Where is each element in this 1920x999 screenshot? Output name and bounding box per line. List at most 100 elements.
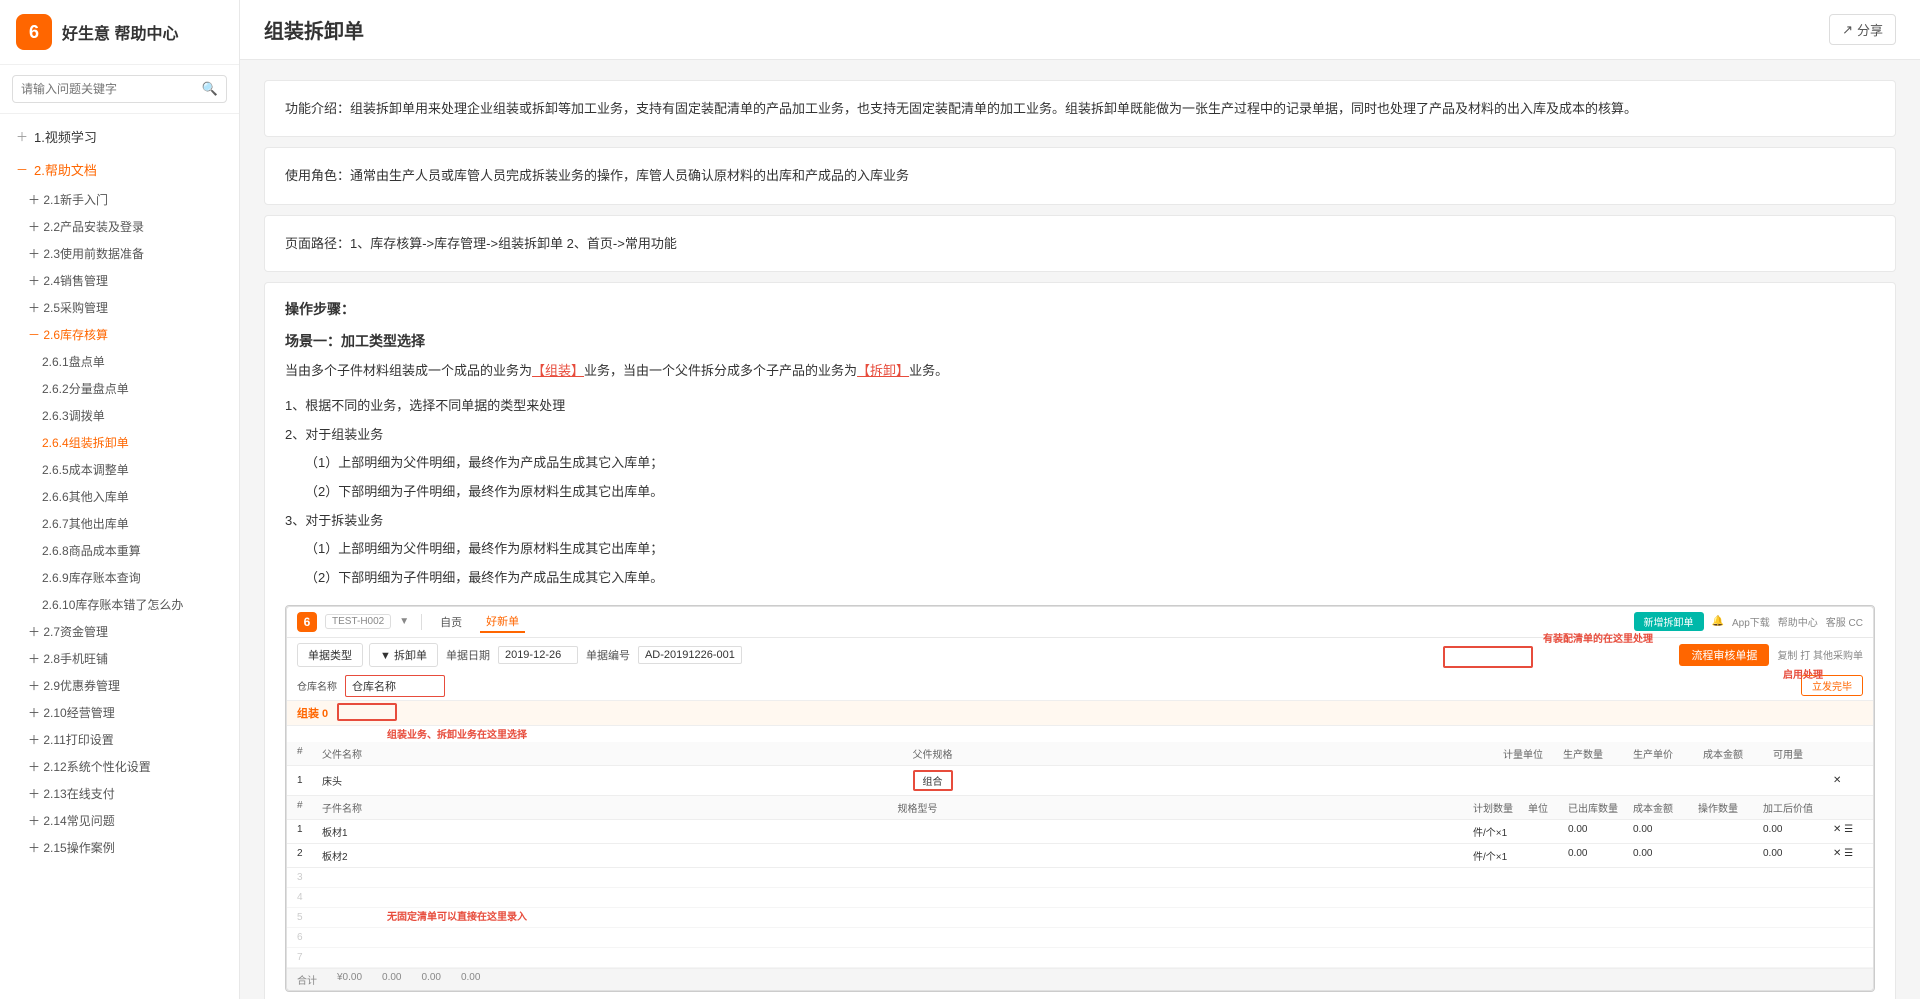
- mock-table2-row3: 3: [287, 868, 1873, 888]
- mock-add-btn[interactable]: 新增拆卸单: [1634, 612, 1704, 631]
- step3-2-text: （2）下部明细为子件明细，最终作为产成品生成其它入库单。: [285, 566, 1875, 591]
- logo-icon: 6: [16, 14, 52, 50]
- main-area: 组装拆卸单 ↗ 分享 功能介绍：组装拆卸单用来处理企业组装或拆卸等加工业务，支持…: [240, 0, 1920, 999]
- mock-app: 6 TEST-H002 ▼ 自贡 好新单 新增拆卸单 🔔 App下载 帮助中心: [286, 606, 1874, 991]
- path-card: 页面路径：1、库存核算->库存管理->组装拆卸单 2、首页->常用功能: [264, 215, 1896, 272]
- mock-nav-item-hxd[interactable]: 好新单: [480, 611, 525, 633]
- mock-date-input[interactable]: 2019-12-26: [498, 646, 578, 664]
- sidebar-item-s2-7[interactable]: ＋ 2.7资金管理: [28, 618, 239, 645]
- mock-section-label: 组装 0: [297, 708, 328, 720]
- sidebar-item-s2-11[interactable]: ＋ 2.11打印设置: [28, 726, 239, 753]
- annotation-4: 无固定清单可以直接在这里录入: [387, 908, 527, 923]
- sidebar-item-s2-3[interactable]: ＋ 2.3使用前数据准备: [28, 240, 239, 267]
- row1-parent-name: 床头: [322, 773, 913, 788]
- plus-icon-s2-7: ＋: [28, 625, 43, 639]
- annotation-3: 启用处理: [1783, 666, 1823, 681]
- mock-table2-row4: 4: [287, 888, 1873, 908]
- col-cost: 成本金额: [1703, 746, 1773, 761]
- main-content: 功能介绍：组装拆卸单用来处理企业组装或拆卸等加工业务，支持有固定装配清单的产品加…: [240, 60, 1920, 999]
- steps-card: 操作步骤： 场景一：加工类型选择 当由多个子件材料组装成一个成品的业务为【组装】…: [264, 282, 1896, 999]
- mock-nav: 自贡 好新单: [434, 611, 1625, 633]
- t2-col-issued: 已出库数量: [1568, 800, 1633, 815]
- t2-col-hash: #: [297, 800, 322, 815]
- sidebar-item-s2-14[interactable]: ＋ 2.14常见问题: [28, 807, 239, 834]
- sidebar-item-s2-13[interactable]: ＋ 2.13在线支付: [28, 780, 239, 807]
- sidebar-item-s2-9[interactable]: ＋ 2.9优惠券管理: [28, 672, 239, 699]
- t2-col-plan: 计划数量: [1473, 800, 1528, 815]
- sidebar-item-video[interactable]: ＋ 1.视频学习: [0, 120, 239, 153]
- sidebar-item-s2-6-7[interactable]: 2.6.7其他出库单: [42, 510, 239, 537]
- t2r2-issued: 0.00: [1568, 848, 1633, 863]
- share-button[interactable]: ↗ 分享: [1829, 14, 1896, 45]
- mock-date-label: 单据日期: [446, 647, 490, 663]
- sidebar-item-s2-6-5[interactable]: 2.6.5成本调整单: [42, 456, 239, 483]
- sidebar-item-s2-4[interactable]: ＋ 2.4销售管理: [28, 267, 239, 294]
- plus-icon-s2-11: ＋: [28, 733, 43, 747]
- col-available: 可用量: [1773, 746, 1833, 761]
- scene1-desc: 当由多个子件材料组装成一个成品的业务为【组装】业务，当由一个父件拆分成多个子产品…: [285, 359, 1875, 384]
- plus-icon-s2-1: ＋: [28, 193, 43, 207]
- sidebar-item-s2-2[interactable]: ＋ 2.2产品安装及登录: [28, 213, 239, 240]
- sidebar-item-s2-10[interactable]: ＋ 2.10经营管理: [28, 699, 239, 726]
- plus-icon-s2-9: ＋: [28, 679, 43, 693]
- sidebar-item-s2-6[interactable]: － 2.6库存核算: [28, 321, 239, 348]
- mock-secondary-row: 仓库名称 仓库名称 立发完毕 启用处理: [287, 672, 1873, 700]
- t2r2-ops: [1698, 848, 1763, 863]
- mock-process-btn[interactable]: 流程审核单据: [1679, 644, 1769, 666]
- mock-billno-input[interactable]: AD-20191226-001: [638, 646, 742, 664]
- sidebar-item-s2-15[interactable]: ＋ 2.15操作案例: [28, 834, 239, 861]
- t2-col-cost: 成本金额: [1633, 800, 1698, 815]
- mock-nav-item-zg[interactable]: 自贡: [434, 612, 468, 632]
- mock-btn-assemble[interactable]: 单据类型: [297, 643, 363, 667]
- path-text: 页面路径：1、库存核算->库存管理->组装拆卸单 2、首页->常用功能: [285, 232, 1875, 255]
- t2r1-ops: [1698, 824, 1763, 839]
- search-input[interactable]: [21, 82, 202, 96]
- sidebar-item-s2-6-1[interactable]: 2.6.1盘点单: [42, 348, 239, 375]
- annotation-box-2: [337, 703, 397, 721]
- plus-icon-s2-8: ＋: [28, 652, 43, 666]
- sidebar-item-s2-6-10[interactable]: 2.6.10库存账本错了怎么办: [42, 591, 239, 618]
- sidebar-item-s2-6-2[interactable]: 2.6.2分量盘点单: [42, 375, 239, 402]
- group-link[interactable]: 【组装】: [532, 363, 584, 378]
- col-produce-qty: 生产数量: [1563, 746, 1633, 761]
- col-ops: [1833, 746, 1863, 761]
- t2r2-plan: 件/个×1: [1473, 848, 1528, 863]
- annotation-2: 组装业务、拆卸业务在这里选择: [387, 726, 527, 741]
- sidebar-item-s2-6-3[interactable]: 2.6.3调拨单: [42, 402, 239, 429]
- mock-warehouse-input[interactable]: 仓库名称: [345, 675, 445, 697]
- t2-col-action: [1833, 800, 1863, 815]
- sidebar-item-s2-6-4[interactable]: 2.6.4组装拆卸单: [42, 429, 239, 456]
- sidebar-item-s2-6-8[interactable]: 2.6.8商品成本重算: [42, 537, 239, 564]
- page-title: 组装拆卸单: [264, 15, 364, 44]
- sidebar-item-s2-1[interactable]: ＋ 2.1新手入门: [28, 186, 239, 213]
- search-icon: 🔍: [202, 81, 218, 97]
- mock-table2-row6: 6: [287, 928, 1873, 948]
- sidebar-item-docs[interactable]: － 2.帮助文档: [0, 153, 239, 186]
- sidebar-item-s2-6-6[interactable]: 2.6.6其他入库单: [42, 483, 239, 510]
- scene1-title: 场景一：加工类型选择: [285, 331, 1875, 351]
- share-label: 分享: [1857, 20, 1883, 39]
- logo-area: 6 好生意 帮助中心: [0, 0, 239, 65]
- col-unit-price: 生产单价: [1633, 746, 1703, 761]
- mock-status-bar: 合计 ¥0.00 0.00 0.00 0.00: [287, 968, 1873, 990]
- disassemble-link[interactable]: 【拆卸】: [857, 363, 909, 378]
- annotation-box-1: [1443, 646, 1533, 668]
- step3-1-text: （1）上部明细为父件明细，最终作为原材料生成其它出库单；: [285, 537, 1875, 562]
- row1-spec-input[interactable]: 组合: [913, 770, 953, 791]
- sidebar-item-s2-5[interactable]: ＋ 2.5采购管理: [28, 294, 239, 321]
- step2-2-text: （2）下部明细为子件明细，最终作为原材料生成其它出库单。: [285, 480, 1875, 505]
- mock-btn-disassemble[interactable]: ▼ 拆卸单: [369, 643, 438, 667]
- t2-col-name: 子件名称: [322, 800, 898, 815]
- status-amount: ¥0.00: [337, 972, 362, 987]
- mock-help: App下载: [1732, 614, 1770, 629]
- sidebar-item-s2-12[interactable]: ＋ 2.12系统个性化设置: [28, 753, 239, 780]
- sidebar-item-s2-8[interactable]: ＋ 2.8手机旺铺: [28, 645, 239, 672]
- nav-sub-sub-list-s2-6: 2.6.1盘点单 2.6.2分量盘点单 2.6.3调拨单 2.6.4组装拆卸单 …: [28, 348, 239, 618]
- sidebar-item-s2-6-9[interactable]: 2.6.9库存账本查询: [42, 564, 239, 591]
- col-unit: 计量单位: [1503, 746, 1563, 761]
- mock-topbar-right: 🔔 App下载 帮助中心 客服 CC: [1712, 614, 1863, 629]
- main-header: 组装拆卸单 ↗ 分享: [240, 0, 1920, 60]
- search-box[interactable]: 🔍: [12, 75, 227, 103]
- mock-table1-header: # 父件名称 父件规格 计量单位 生产数量 生产单价 成本金额 可用量: [287, 742, 1873, 766]
- plus-icon-s2-14: ＋: [28, 814, 43, 828]
